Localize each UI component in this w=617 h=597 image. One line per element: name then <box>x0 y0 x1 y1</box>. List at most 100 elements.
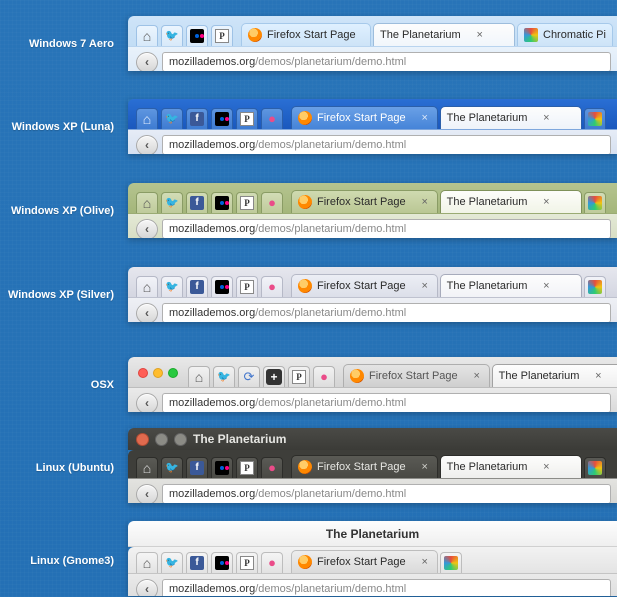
firefox-icon <box>350 369 364 383</box>
close-icon[interactable]: × <box>540 196 552 208</box>
close-icon[interactable]: × <box>471 370 483 382</box>
pinned-tab-dribbble[interactable] <box>261 552 283 573</box>
close-icon[interactable]: × <box>474 29 486 41</box>
window-max-button[interactable] <box>174 433 187 446</box>
close-icon[interactable]: × <box>540 112 552 124</box>
overflow-tab[interactable] <box>584 276 606 297</box>
pinned-tab-reload[interactable] <box>238 366 260 387</box>
close-icon[interactable]: × <box>419 280 431 292</box>
chevron-left-icon: ‹ <box>145 138 149 152</box>
facebook-icon <box>190 112 204 126</box>
pinned-tab-p[interactable] <box>236 108 258 129</box>
pinned-tab-facebook[interactable] <box>186 108 208 129</box>
pinned-tab-twitter[interactable] <box>161 552 183 573</box>
pinned-tab-dribbble[interactable] <box>261 108 283 129</box>
back-button[interactable]: ‹ <box>136 393 158 413</box>
overflow-tab[interactable] <box>440 552 462 573</box>
back-button[interactable]: ‹ <box>136 579 158 597</box>
tab-active[interactable]: The Planetarium× <box>440 455 582 478</box>
pinned-tab-p[interactable] <box>236 552 258 573</box>
chevron-left-icon: ‹ <box>145 582 149 596</box>
close-icon[interactable]: × <box>540 461 552 473</box>
pinned-tab-facebook[interactable] <box>186 276 208 297</box>
back-button[interactable]: ‹ <box>136 303 158 323</box>
address-bar[interactable]: mozillademos.org/demos/planetarium/demo.… <box>162 52 611 71</box>
tab-active[interactable]: The Planetarium× <box>440 190 582 213</box>
tab-background[interactable]: Firefox Start Page× <box>291 274 438 297</box>
tab-background[interactable]: Firefox Start Page× <box>343 364 490 387</box>
pinned-tab-home[interactable] <box>136 457 158 478</box>
pinned-tab-p[interactable] <box>236 457 258 478</box>
tab-background[interactable]: Firefox Start Page× <box>291 455 438 478</box>
close-icon[interactable]: × <box>419 461 431 473</box>
pinned-tab-facebook[interactable] <box>186 192 208 213</box>
tab-active[interactable]: The Planetarium× <box>440 106 582 129</box>
pinned-tab-home[interactable] <box>136 108 158 129</box>
address-bar[interactable]: mozillademos.org/demos/planetarium/demo.… <box>162 219 611 238</box>
address-bar[interactable]: mozillademos.org/demos/planetarium/demo.… <box>162 579 611 596</box>
window-max-button[interactable] <box>168 368 178 378</box>
address-bar[interactable]: mozillademos.org/demos/planetarium/demo.… <box>162 303 611 322</box>
theme-label: Windows XP (Luna) <box>0 121 128 133</box>
overflow-tab[interactable] <box>584 192 606 213</box>
pinned-tab-twitter[interactable] <box>161 457 183 478</box>
window-close-button[interactable] <box>138 368 148 378</box>
close-icon[interactable]: × <box>592 370 604 382</box>
pinned-tab-flickr[interactable] <box>186 25 208 46</box>
overflow-tab[interactable] <box>584 457 606 478</box>
pinned-tab-flickr[interactable] <box>211 457 233 478</box>
tab-active[interactable]: The Planetarium× <box>492 364 617 387</box>
window-titlebar[interactable]: The Planetarium <box>128 521 617 547</box>
tab-background[interactable]: Firefox Start Page× <box>291 190 438 213</box>
pinned-tab-dribbble[interactable] <box>261 276 283 297</box>
address-bar[interactable]: mozillademos.org/demos/planetarium/demo.… <box>162 484 611 503</box>
pinned-tab-facebook[interactable] <box>186 457 208 478</box>
pinned-tab-home[interactable] <box>188 366 210 387</box>
tab-background[interactable]: Firefox Start Page <box>241 23 371 46</box>
pinned-tab-twitter[interactable] <box>161 25 183 46</box>
back-button[interactable]: ‹ <box>136 484 158 504</box>
tab-active[interactable]: The Planetarium× <box>440 274 582 297</box>
close-icon[interactable]: × <box>540 280 552 292</box>
pinned-tab-p[interactable] <box>211 25 233 46</box>
back-button[interactable]: ‹ <box>136 219 158 239</box>
pinned-tab-p[interactable] <box>236 192 258 213</box>
tab-background[interactable]: Firefox Start Page× <box>291 106 438 129</box>
pinned-tab-flickr[interactable] <box>211 276 233 297</box>
p-icon <box>240 112 254 126</box>
home-icon <box>143 279 151 295</box>
pinned-tab-p[interactable] <box>288 366 310 387</box>
pinned-tab-dribbble[interactable] <box>313 366 335 387</box>
overflow-tab[interactable] <box>584 108 606 129</box>
address-bar[interactable]: mozillademos.org/demos/planetarium/demo.… <box>162 135 611 154</box>
pinned-tab-twitter[interactable] <box>161 108 183 129</box>
back-button[interactable]: ‹ <box>136 135 158 155</box>
window-min-button[interactable] <box>155 433 168 446</box>
pinned-tab-home[interactable] <box>136 276 158 297</box>
tab-active[interactable]: The Planetarium× <box>373 23 515 46</box>
pinned-tab-flickr[interactable] <box>211 552 233 573</box>
pinned-tab-home[interactable] <box>136 25 158 46</box>
window-min-button[interactable] <box>153 368 163 378</box>
pinned-tab-dribbble[interactable] <box>261 192 283 213</box>
close-icon[interactable]: × <box>419 112 431 124</box>
pinned-tab-facebook[interactable] <box>186 552 208 573</box>
tab-overflow[interactable]: Chromatic Pi <box>517 23 613 46</box>
window-close-button[interactable] <box>136 433 149 446</box>
window-titlebar[interactable]: The Planetarium <box>128 428 617 450</box>
pinned-tab-twitter[interactable] <box>161 192 183 213</box>
pinned-tab-p[interactable] <box>236 276 258 297</box>
pinned-tab-twitter[interactable] <box>213 366 235 387</box>
close-icon[interactable]: × <box>419 196 431 208</box>
pinned-tab-home[interactable] <box>136 552 158 573</box>
pinned-tab-twitter[interactable] <box>161 276 183 297</box>
pinned-tab-plus[interactable] <box>263 366 285 387</box>
pinned-tab-dribbble[interactable] <box>261 457 283 478</box>
tab-background[interactable]: Firefox Start Page× <box>291 550 438 573</box>
pinned-tab-home[interactable] <box>136 192 158 213</box>
back-button[interactable]: ‹ <box>136 52 158 72</box>
close-icon[interactable]: × <box>419 556 431 568</box>
pinned-tab-flickr[interactable] <box>211 108 233 129</box>
address-bar[interactable]: mozillademos.org/demos/planetarium/demo.… <box>162 393 611 412</box>
pinned-tab-flickr[interactable] <box>211 192 233 213</box>
